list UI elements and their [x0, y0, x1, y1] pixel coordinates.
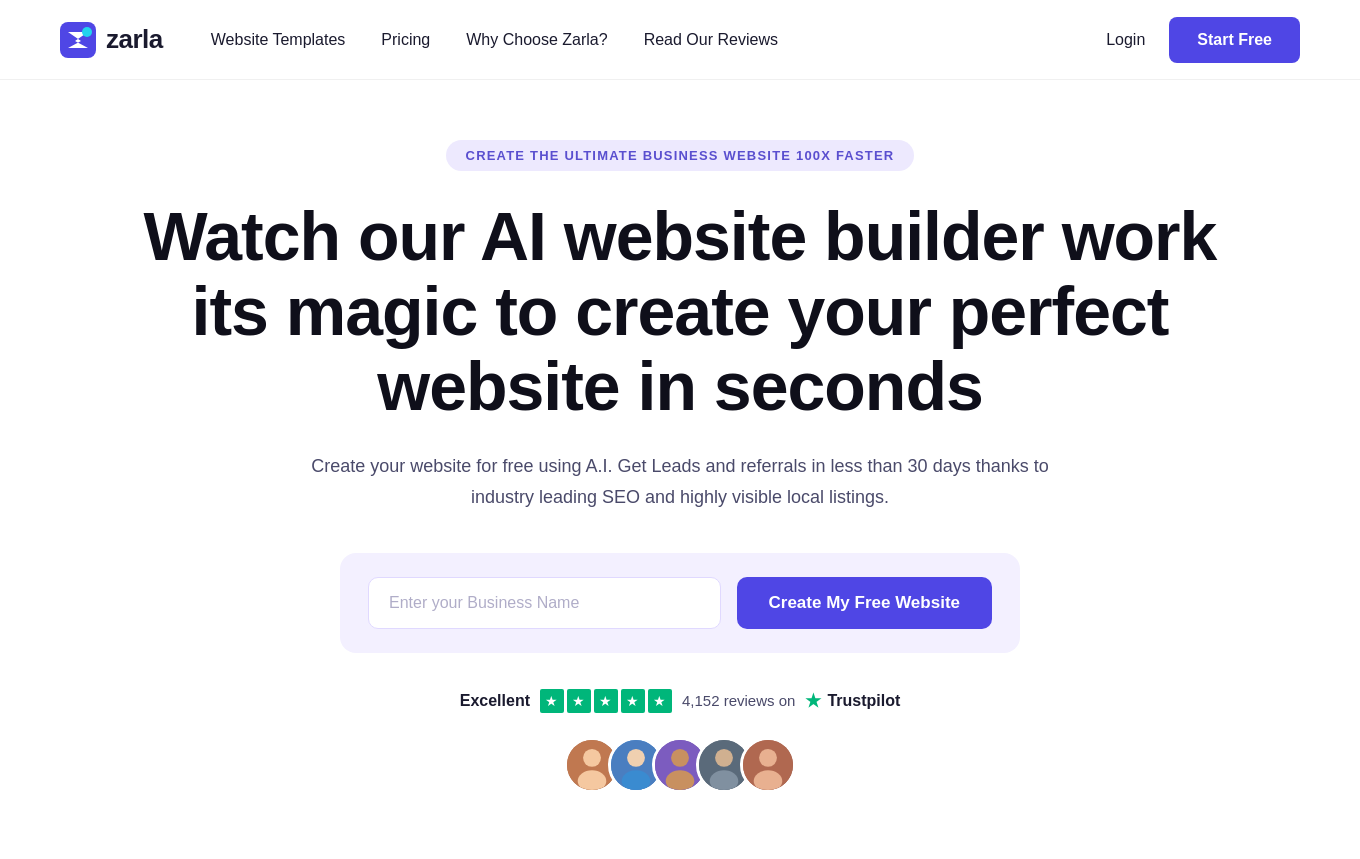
star-1: ★ — [540, 689, 564, 713]
trustpilot-logo: ★ Trustpilot — [805, 690, 900, 712]
star-3: ★ — [594, 689, 618, 713]
create-website-button[interactable]: Create My Free Website — [737, 577, 992, 629]
trustpilot-row: Excellent ★ ★ ★ ★ ★ 4,152 reviews on ★ T… — [460, 689, 901, 713]
reviews-count-text: 4,152 reviews on — [682, 692, 795, 709]
trustpilot-stars: ★ ★ ★ ★ ★ — [540, 689, 672, 713]
svg-point-9 — [671, 749, 689, 767]
avatar-5 — [740, 737, 796, 793]
business-name-input[interactable] — [368, 577, 721, 629]
svg-point-13 — [710, 770, 739, 791]
trustpilot-star-icon: ★ — [805, 690, 821, 712]
hero-badge: CREATE THE ULTIMATE BUSINESS WEBSITE 100… — [446, 140, 915, 171]
star-2: ★ — [567, 689, 591, 713]
hero-title: Watch our AI website builder work its ma… — [130, 199, 1230, 423]
navbar: zarla Website Templates Pricing Why Choo… — [0, 0, 1360, 80]
svg-point-12 — [715, 749, 733, 767]
svg-point-6 — [627, 749, 645, 767]
svg-point-4 — [578, 770, 607, 791]
nav-item-why[interactable]: Why Choose Zarla? — [466, 31, 607, 49]
logo-link[interactable]: zarla — [60, 22, 163, 58]
svg-point-16 — [754, 770, 783, 791]
nav-links: Website Templates Pricing Why Choose Zar… — [211, 31, 778, 49]
svg-point-15 — [759, 749, 777, 767]
nav-item-reviews[interactable]: Read Our Reviews — [644, 31, 778, 49]
nav-right: Login Start Free — [1106, 17, 1300, 63]
nav-link-templates[interactable]: Website Templates — [211, 31, 346, 48]
svg-point-7 — [622, 770, 651, 791]
logo-text: zarla — [106, 24, 163, 55]
nav-item-templates[interactable]: Website Templates — [211, 31, 346, 49]
nav-left: zarla Website Templates Pricing Why Choo… — [60, 22, 778, 58]
star-5: ★ — [648, 689, 672, 713]
nav-item-pricing[interactable]: Pricing — [381, 31, 430, 49]
trustpilot-excellent: Excellent — [460, 692, 530, 710]
svg-point-10 — [666, 770, 695, 791]
avatar-5-image — [743, 737, 793, 793]
start-free-button[interactable]: Start Free — [1169, 17, 1300, 63]
hero-section: CREATE THE ULTIMATE BUSINESS WEBSITE 100… — [0, 80, 1360, 833]
svg-point-1 — [82, 27, 92, 37]
zarla-logo-icon — [60, 22, 96, 58]
nav-link-reviews[interactable]: Read Our Reviews — [644, 31, 778, 48]
nav-link-pricing[interactable]: Pricing — [381, 31, 430, 48]
cta-box: Create My Free Website — [340, 553, 1020, 653]
svg-point-3 — [583, 749, 601, 767]
trustpilot-brand-name: Trustpilot — [827, 692, 900, 710]
hero-subtitle: Create your website for free using A.I. … — [290, 451, 1070, 512]
nav-link-why[interactable]: Why Choose Zarla? — [466, 31, 607, 48]
login-link[interactable]: Login — [1106, 31, 1145, 49]
avatars-row — [564, 737, 796, 793]
star-4: ★ — [621, 689, 645, 713]
